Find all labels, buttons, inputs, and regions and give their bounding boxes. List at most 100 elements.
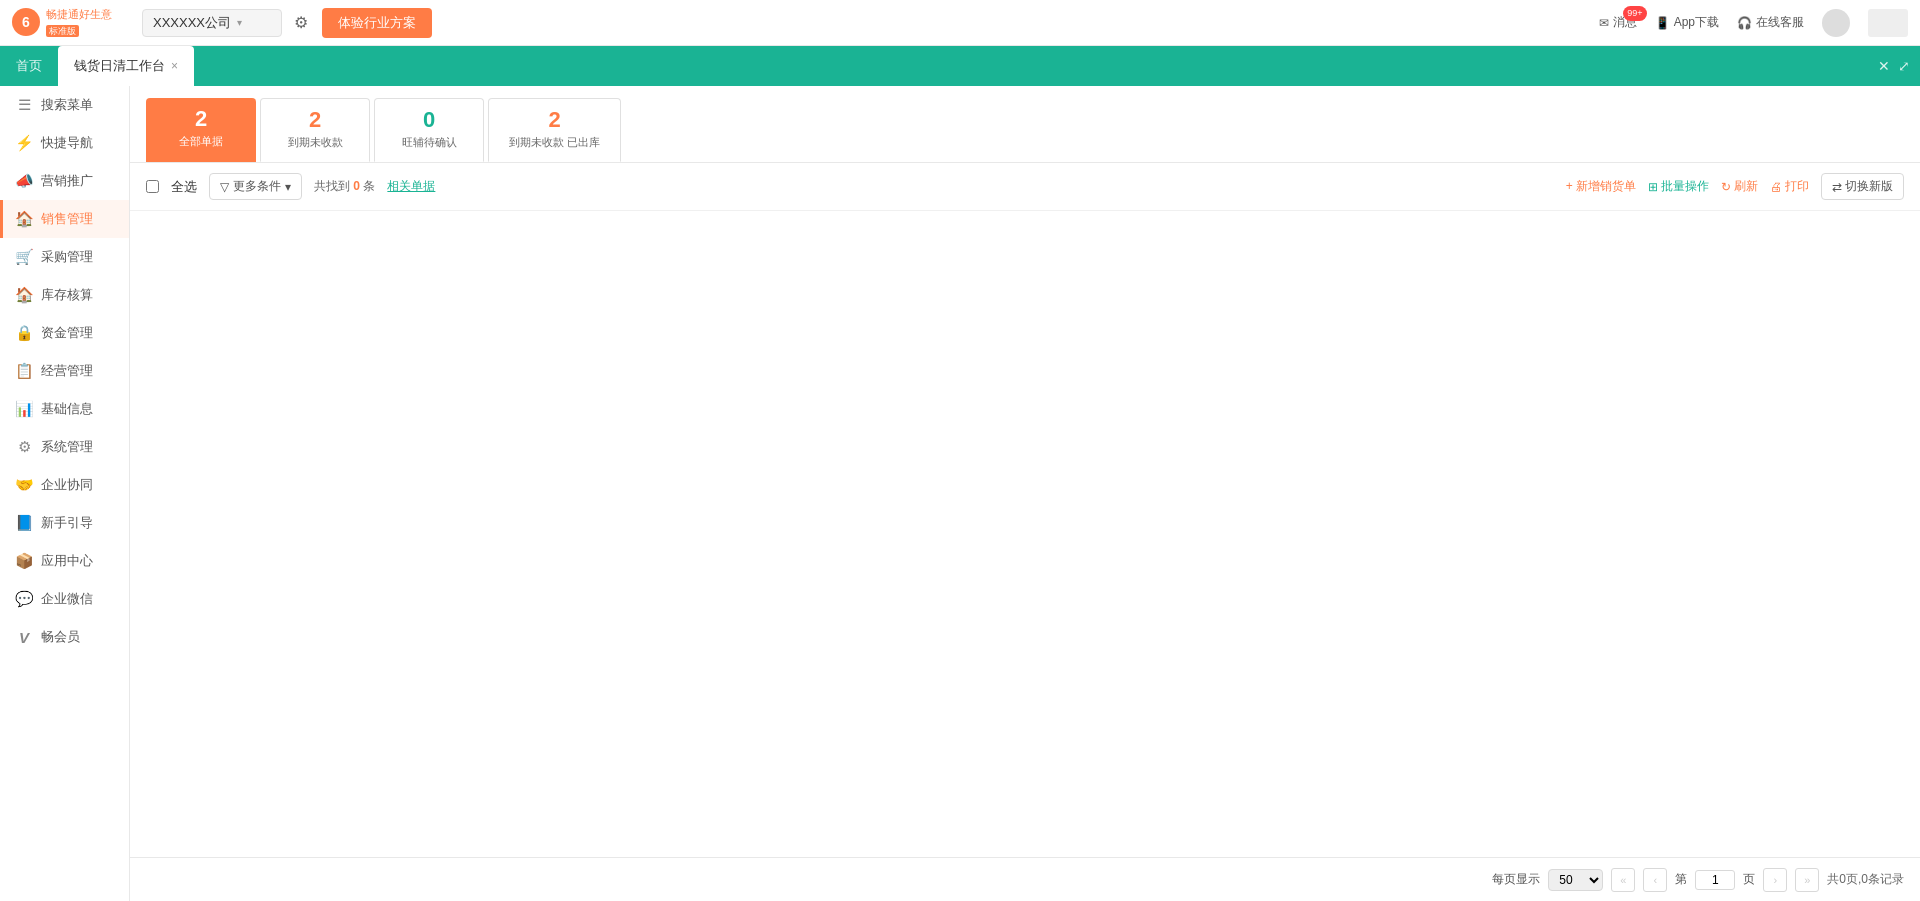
app-name: 畅捷通好生意: [46, 7, 112, 21]
stat-num-all: 2: [195, 106, 207, 132]
toolbar-right: + 新增销货单 ⊞ 批量操作 ↻ 刷新 🖨 打印 ⇄ 切换新版: [1566, 173, 1904, 200]
sidebar-item-sys-mgmt[interactable]: ⚙ 系统管理: [0, 428, 129, 466]
stat-label-wangfu: 旺辅待确认: [402, 135, 457, 150]
enterprise-icon: 🤝: [15, 476, 33, 494]
tab-home-label: 首页: [16, 57, 42, 75]
sales-mgmt-icon: 🏠: [15, 210, 33, 228]
stat-num-overdue-shipped: 2: [548, 107, 560, 133]
stat-label-overdue: 到期未收款: [288, 135, 343, 150]
switch-version-button[interactable]: ⇄ 切换新版: [1821, 173, 1904, 200]
message-icon: ✉: [1599, 16, 1609, 30]
page-last-button[interactable]: »: [1795, 868, 1819, 892]
sidebar-item-biz-mgmt[interactable]: 📋 经营管理: [0, 352, 129, 390]
inventory-icon: 🏠: [15, 286, 33, 304]
member-icon: V: [15, 629, 33, 646]
refresh-button[interactable]: ↻ 刷新: [1721, 178, 1758, 195]
marketing-icon: 📣: [15, 172, 33, 190]
print-label: 打印: [1785, 178, 1809, 195]
logo-area: 6 畅捷通好生意 标准版: [12, 7, 142, 37]
sidebar-item-enterprise[interactable]: 🤝 企业协同: [0, 466, 129, 504]
window-maximize-button[interactable]: ⤢: [1898, 58, 1910, 74]
print-button[interactable]: 🖨 打印: [1770, 178, 1809, 195]
tab-workbench[interactable]: 钱货日清工作台 ×: [58, 46, 194, 86]
settings-button[interactable]: ⚙: [290, 9, 312, 36]
print-icon: 🖨: [1770, 180, 1782, 194]
more-conditions-button[interactable]: ▽ 更多条件 ▾: [209, 173, 302, 200]
nav-tabs-bar: 首页 钱货日清工作台 × ✕ ⤢: [0, 46, 1920, 86]
sidebar-item-quick-nav[interactable]: ⚡ 快捷导航: [0, 124, 129, 162]
batch-icon: ⊞: [1648, 180, 1658, 194]
sidebar-item-sales-mgmt[interactable]: 🏠 销售管理: [0, 200, 129, 238]
tab-home[interactable]: 首页: [0, 46, 58, 86]
page-size-label: 每页显示: [1492, 871, 1540, 888]
select-all-label: 全选: [171, 178, 197, 196]
stat-tab-all[interactable]: 2 全部单据: [146, 98, 256, 162]
page-prev-button[interactable]: ‹: [1643, 868, 1667, 892]
fund-mgmt-icon: 🔒: [15, 324, 33, 342]
pagination: 每页显示 50 20 100 « ‹ 第 页 › » 共0页,0条记录: [130, 857, 1920, 901]
sidebar-label-biz-mgmt: 经营管理: [41, 362, 93, 380]
download-icon: 📱: [1655, 16, 1670, 30]
sidebar-item-member[interactable]: V 畅会员: [0, 618, 129, 656]
window-close-button[interactable]: ✕: [1878, 58, 1890, 74]
stat-tab-wangfu[interactable]: 0 旺辅待确认: [374, 98, 484, 162]
sidebar-label-enterprise: 企业协同: [41, 476, 93, 494]
add-sale-order-button[interactable]: + 新增销货单: [1566, 178, 1636, 195]
sidebar-item-weixin[interactable]: 💬 企业微信: [0, 580, 129, 618]
sidebar-item-fund-mgmt[interactable]: 🔒 资金管理: [0, 314, 129, 352]
stat-num-overdue: 2: [309, 107, 321, 133]
sidebar-item-basic-info[interactable]: 📊 基础信息: [0, 390, 129, 428]
basic-info-icon: 📊: [15, 400, 33, 418]
page-size-select[interactable]: 50 20 100: [1548, 869, 1603, 891]
message-button[interactable]: ✉ 消息 99+: [1599, 14, 1637, 31]
sidebar-label-inventory: 库存核算: [41, 286, 93, 304]
stat-label-overdue-shipped: 到期未收款 已出库: [509, 135, 600, 150]
user-name-area: [1868, 9, 1908, 37]
company-selector[interactable]: XXXXXX公司 ▾: [142, 9, 282, 37]
weixin-icon: 💬: [15, 590, 33, 608]
batch-operations-button[interactable]: ⊞ 批量操作: [1648, 178, 1709, 195]
sidebar-item-purchase-mgmt[interactable]: 🛒 采购管理: [0, 238, 129, 276]
trial-button[interactable]: 体验行业方案: [322, 8, 432, 38]
refresh-icon: ↻: [1721, 180, 1731, 194]
sidebar-item-search-menu[interactable]: ☰ 搜索菜单: [0, 86, 129, 124]
sidebar-item-inventory[interactable]: 🏠 库存核算: [0, 276, 129, 314]
found-count: 0: [353, 179, 360, 193]
avatar[interactable]: [1822, 9, 1850, 37]
sidebar-item-beginner[interactable]: 📘 新手引导: [0, 504, 129, 542]
chevron-down-icon: ▾: [237, 17, 242, 28]
app-download-button[interactable]: 📱 App下载: [1655, 14, 1719, 31]
stats-tabs: 2 全部单据 2 到期未收款 0 旺辅待确认 2 到期未收款 已出库: [130, 86, 1920, 163]
page-unit: 页: [1743, 871, 1755, 888]
batch-label: 批量操作: [1661, 178, 1709, 195]
sidebar-item-marketing[interactable]: 📣 营销推广: [0, 162, 129, 200]
select-all-checkbox[interactable]: [146, 180, 159, 193]
tab-close-icon[interactable]: ×: [171, 59, 178, 73]
app-logo-icon: 6: [12, 8, 40, 36]
toolbar: 全选 ▽ 更多条件 ▾ 共找到 0 条 相关单据 + 新增销货单 ⊞ 批量操作 …: [130, 163, 1920, 211]
main-content: 2 全部单据 2 到期未收款 0 旺辅待确认 2 到期未收款 已出库 全选 ▽ …: [130, 86, 1920, 901]
page-next-button[interactable]: ›: [1763, 868, 1787, 892]
quick-nav-icon: ⚡: [15, 134, 33, 152]
stat-num-wangfu: 0: [423, 107, 435, 133]
sidebar-label-purchase-mgmt: 采购管理: [41, 248, 93, 266]
sidebar-label-sys-mgmt: 系统管理: [41, 438, 93, 456]
stat-tab-overdue-shipped[interactable]: 2 到期未收款 已出库: [488, 98, 621, 162]
search-menu-icon: ☰: [15, 96, 33, 114]
total-text: 共0页,0条记录: [1827, 871, 1904, 888]
tab-workbench-label: 钱货日清工作台: [74, 57, 165, 75]
sidebar-item-app-center[interactable]: 📦 应用中心: [0, 542, 129, 580]
nav-right-actions: ✕ ⤢: [1878, 58, 1920, 74]
sidebar-label-fund-mgmt: 资金管理: [41, 324, 93, 342]
sidebar-label-search-menu: 搜索菜单: [41, 96, 93, 114]
sidebar-label-beginner: 新手引导: [41, 514, 93, 532]
stat-tab-overdue[interactable]: 2 到期未收款: [260, 98, 370, 162]
page-first-button[interactable]: «: [1611, 868, 1635, 892]
page-number-input[interactable]: [1695, 870, 1735, 890]
related-link[interactable]: 相关单据: [387, 178, 435, 195]
app-body: ☰ 搜索菜单 ⚡ 快捷导航 📣 营销推广 🏠 销售管理 🛒 采购管理 🏠 库存核…: [0, 86, 1920, 901]
chevron-down-icon: ▾: [285, 180, 291, 194]
online-service-button[interactable]: 🎧 在线客服: [1737, 14, 1804, 31]
table-area: [130, 211, 1920, 857]
sidebar-label-weixin: 企业微信: [41, 590, 93, 608]
